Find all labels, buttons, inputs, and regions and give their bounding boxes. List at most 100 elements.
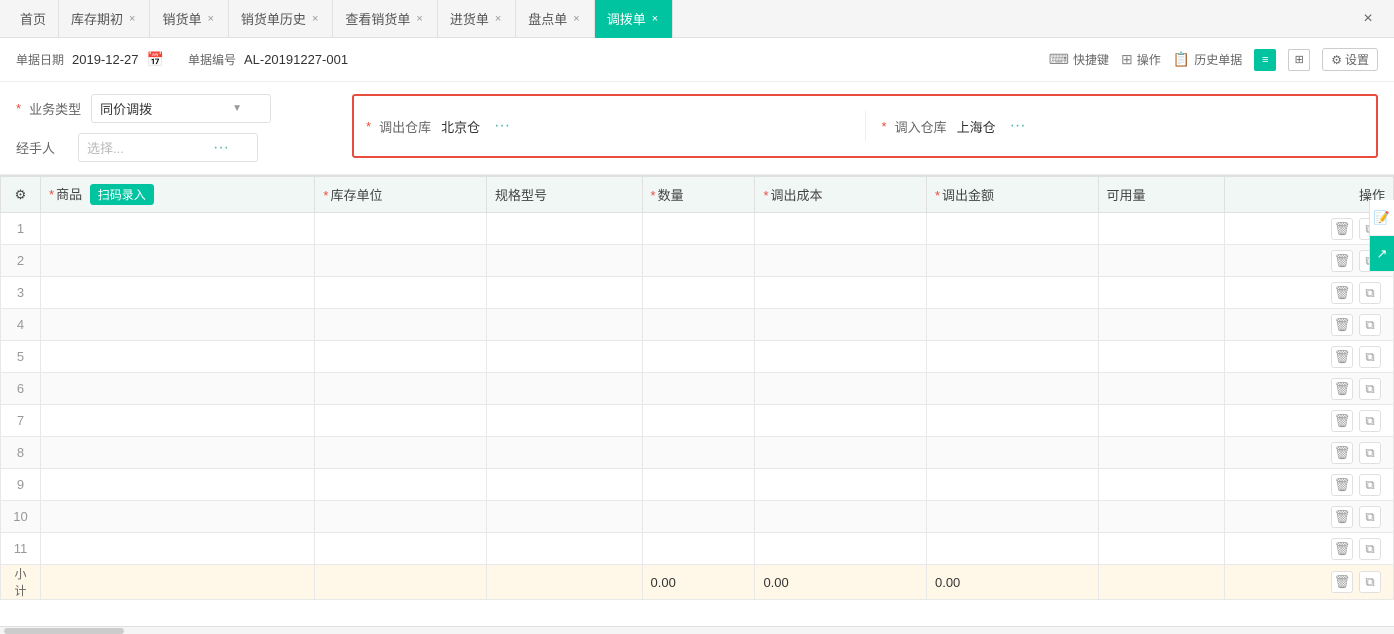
cell-spec[interactable] (486, 501, 642, 533)
cell-qty[interactable] (642, 309, 755, 341)
cell-product[interactable] (41, 501, 315, 533)
right-panel-expand-button[interactable]: ↗ (1370, 236, 1394, 272)
cell-amount[interactable] (926, 373, 1098, 405)
tab-inventory-init[interactable]: 库存期初 × (59, 0, 150, 38)
cell-amount[interactable] (926, 533, 1098, 565)
tab-inventory-init-close[interactable]: × (127, 13, 137, 25)
agent-more[interactable]: ··· (213, 139, 229, 157)
cell-product[interactable] (41, 469, 315, 501)
cell-unit[interactable] (315, 501, 487, 533)
cell-available[interactable] (1098, 309, 1224, 341)
cell-qty[interactable] (642, 469, 755, 501)
subtotal-delete-icon[interactable]: 🗑 (1331, 571, 1353, 593)
cell-spec[interactable] (486, 341, 642, 373)
cell-available[interactable] (1098, 341, 1224, 373)
cell-spec[interactable] (486, 309, 642, 341)
scrollbar-thumb[interactable] (4, 628, 124, 634)
delete-icon[interactable]: 🗑 (1331, 346, 1353, 368)
cell-amount[interactable] (926, 245, 1098, 277)
history-button[interactable]: 📋 历史单据 (1173, 51, 1242, 68)
copy-icon[interactable]: ⧉ (1359, 506, 1381, 528)
right-panel-notes-button[interactable]: 📝 (1370, 200, 1394, 236)
cell-unit[interactable] (315, 245, 487, 277)
cell-cost[interactable] (755, 533, 927, 565)
cell-available[interactable] (1098, 277, 1224, 309)
cell-qty[interactable] (642, 405, 755, 437)
cell-product[interactable] (41, 437, 315, 469)
cell-qty[interactable] (642, 373, 755, 405)
cell-unit[interactable] (315, 341, 487, 373)
horizontal-scrollbar[interactable] (0, 626, 1394, 634)
cell-qty[interactable] (642, 501, 755, 533)
cell-amount[interactable] (926, 213, 1098, 245)
cell-product[interactable] (41, 277, 315, 309)
tab-view-sales[interactable]: 查看销货单 × (333, 0, 437, 38)
cell-cost[interactable] (755, 373, 927, 405)
layout-grid-button[interactable]: ⊞ (1288, 49, 1310, 71)
cell-spec[interactable] (486, 373, 642, 405)
cell-amount[interactable] (926, 469, 1098, 501)
cell-qty[interactable] (642, 213, 755, 245)
business-type-select[interactable]: 同价调拨 ▼ (91, 94, 271, 123)
cell-qty[interactable] (642, 245, 755, 277)
delete-icon[interactable]: 🗑 (1331, 378, 1353, 400)
warehouse-out-more[interactable]: ··· (494, 117, 510, 135)
scan-button[interactable]: 扫码录入 (90, 184, 154, 205)
cell-available[interactable] (1098, 533, 1224, 565)
delete-icon[interactable]: 🗑 (1331, 314, 1353, 336)
tab-transfer-close[interactable]: × (650, 13, 660, 25)
layout-list-button[interactable]: ≡ (1254, 49, 1276, 71)
cell-product[interactable] (41, 245, 315, 277)
tab-purchase-close[interactable]: × (493, 13, 503, 25)
cell-spec[interactable] (486, 533, 642, 565)
cell-unit[interactable] (315, 277, 487, 309)
cell-unit[interactable] (315, 213, 487, 245)
cell-available[interactable] (1098, 245, 1224, 277)
copy-icon[interactable]: ⧉ (1359, 346, 1381, 368)
tab-sales-history[interactable]: 销货单历史 × (229, 0, 333, 38)
copy-icon[interactable]: ⧉ (1359, 410, 1381, 432)
tab-sales-order[interactable]: 销货单 × (150, 0, 228, 38)
cell-available[interactable] (1098, 437, 1224, 469)
cell-spec[interactable] (486, 405, 642, 437)
agent-select[interactable]: 选择... ··· (78, 133, 258, 162)
cell-unit[interactable] (315, 469, 487, 501)
delete-icon[interactable]: 🗑 (1331, 442, 1353, 464)
cell-cost[interactable] (755, 309, 927, 341)
tab-view-sales-close[interactable]: × (414, 13, 424, 25)
cell-product[interactable] (41, 373, 315, 405)
calendar-icon[interactable]: 📅 (147, 51, 164, 68)
cell-spec[interactable] (486, 437, 642, 469)
cell-qty[interactable] (642, 533, 755, 565)
cell-amount[interactable] (926, 437, 1098, 469)
cell-amount[interactable] (926, 341, 1098, 373)
subtotal-copy-icon[interactable]: ⧉ (1359, 571, 1381, 593)
cell-available[interactable] (1098, 373, 1224, 405)
cell-cost[interactable] (755, 501, 927, 533)
cell-available[interactable] (1098, 213, 1224, 245)
cell-cost[interactable] (755, 341, 927, 373)
cell-spec[interactable] (486, 213, 642, 245)
delete-icon[interactable]: 🗑 (1331, 474, 1353, 496)
delete-icon[interactable]: 🗑 (1331, 218, 1353, 240)
delete-icon[interactable]: 🗑 (1331, 250, 1353, 272)
cell-amount[interactable] (926, 405, 1098, 437)
cell-cost[interactable] (755, 245, 927, 277)
warehouse-in-more[interactable]: ··· (1010, 117, 1026, 135)
cell-spec[interactable] (486, 245, 642, 277)
cell-cost[interactable] (755, 405, 927, 437)
tab-sales-order-close[interactable]: × (205, 13, 215, 25)
tab-sales-history-close[interactable]: × (310, 13, 320, 25)
cell-cost[interactable] (755, 277, 927, 309)
cell-available[interactable] (1098, 405, 1224, 437)
cell-spec[interactable] (486, 277, 642, 309)
cell-product[interactable] (41, 533, 315, 565)
cell-product[interactable] (41, 309, 315, 341)
cell-product[interactable] (41, 341, 315, 373)
cell-unit[interactable] (315, 437, 487, 469)
cell-cost[interactable] (755, 469, 927, 501)
tab-transfer[interactable]: 调拨单 × (595, 0, 673, 38)
copy-icon[interactable]: ⧉ (1359, 474, 1381, 496)
cell-amount[interactable] (926, 501, 1098, 533)
tab-inventory-count[interactable]: 盘点单 × (516, 0, 594, 38)
